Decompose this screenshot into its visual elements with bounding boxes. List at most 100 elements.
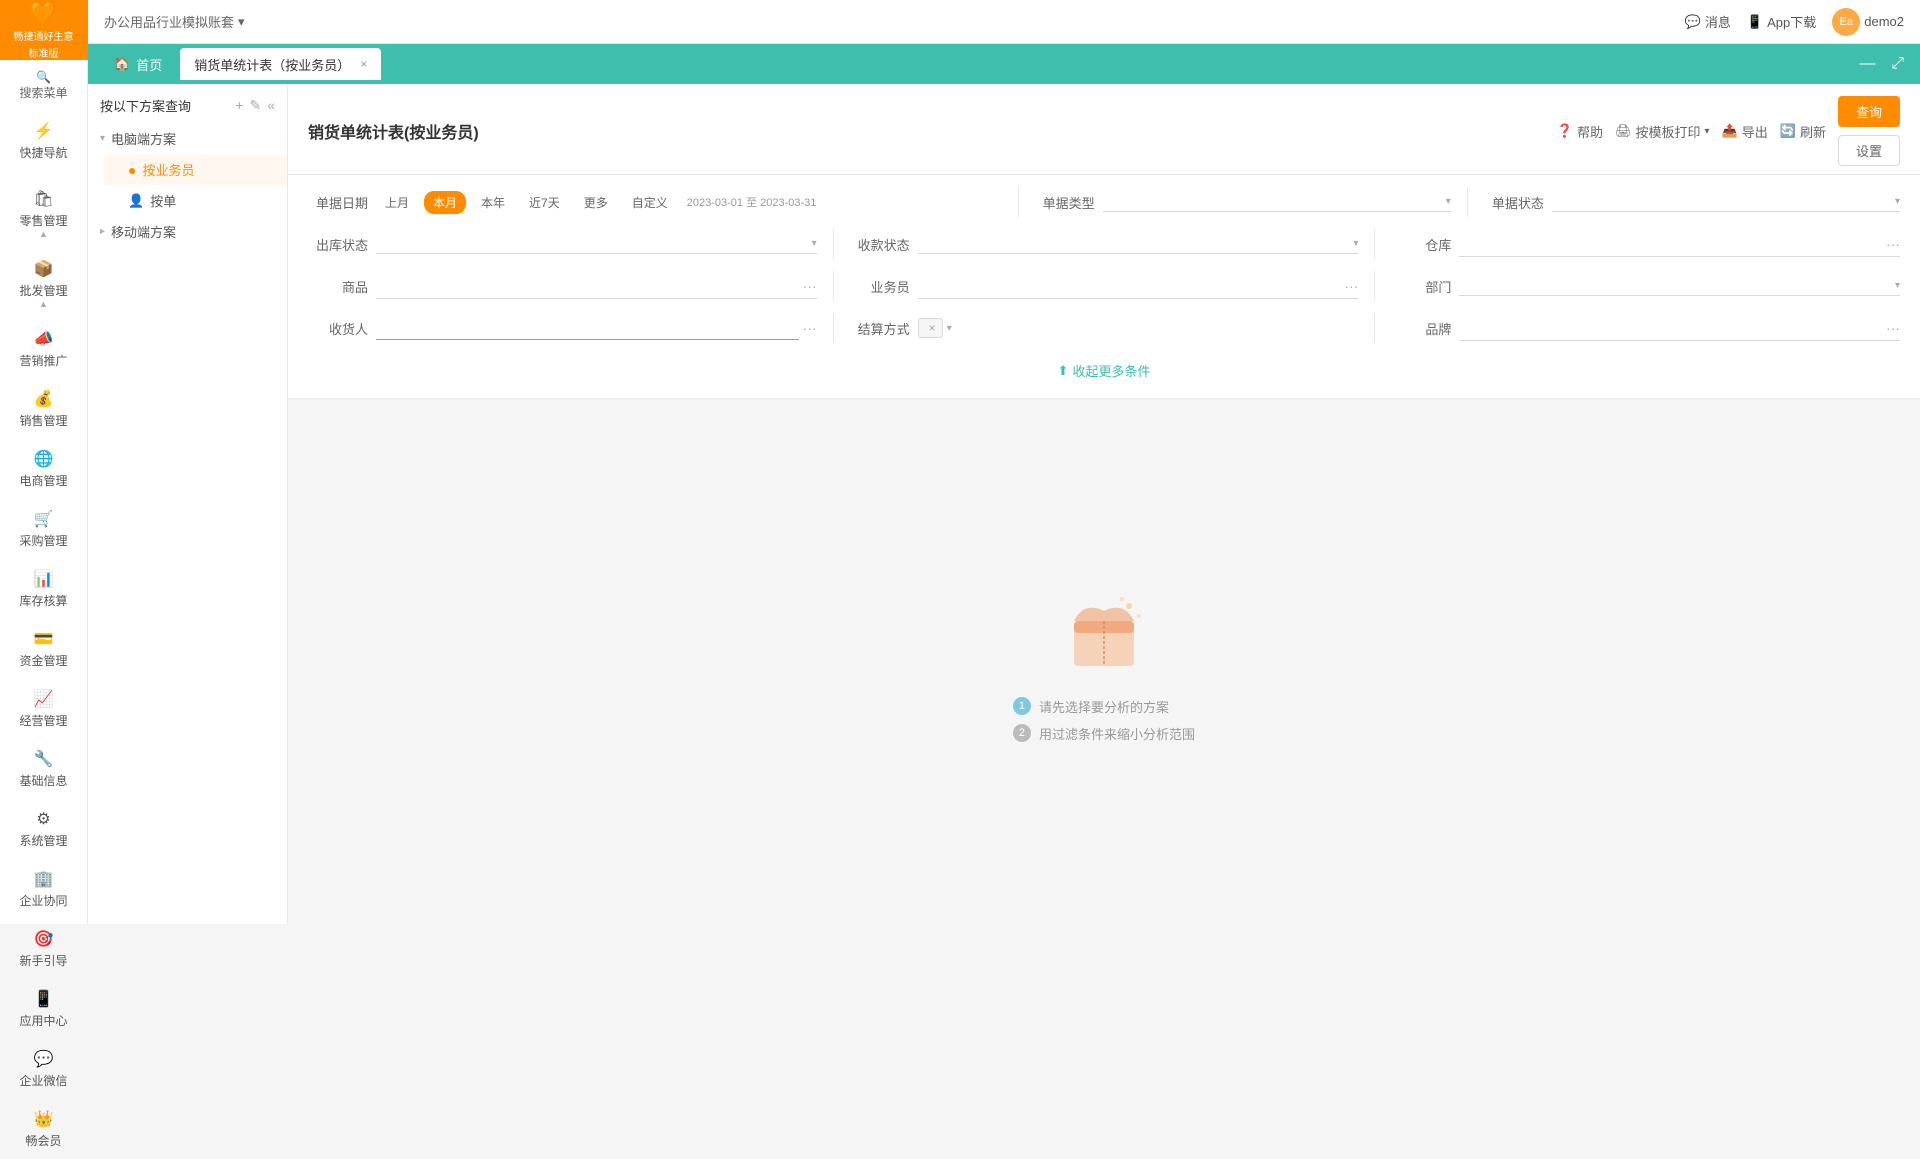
wechat-icon: 💬 [34, 1049, 54, 1069]
date-btn-thisyear[interactable]: 本年 [472, 191, 514, 214]
filter-salesperson: 业务员 ··· [850, 274, 1359, 299]
tab-home[interactable]: 🏠 首页 [100, 48, 176, 80]
topbar-user[interactable]: Ea demo2 [1832, 8, 1904, 36]
tabbar-actions: — ⤢ [1855, 51, 1908, 77]
sidebar-item-marketing[interactable]: 📣 营销推广 [0, 319, 87, 379]
left-panel-icons: + ✎ « [235, 97, 275, 114]
receipt-arrow: ▾ [1353, 238, 1358, 249]
help-btn[interactable]: ❓ 帮助 [1557, 122, 1603, 141]
refresh-btn[interactable]: 🔄 刷新 [1780, 122, 1826, 141]
salesperson-select[interactable]: ··· [918, 274, 1359, 299]
add-scheme-btn[interactable]: + [235, 97, 243, 114]
export-btn[interactable]: 📤 导出 [1722, 122, 1768, 141]
sidebar-item-system[interactable]: ⚙ 系统管理 [0, 799, 87, 859]
setting-btn[interactable]: 设置 [1838, 135, 1900, 166]
sidebar-item-basic[interactable]: 🔧 基础信息 [0, 739, 87, 799]
sidebar-item-appcenter[interactable]: 📱 应用中心 [0, 979, 87, 1039]
filter-divider-3 [833, 229, 834, 259]
tree-label-desktop: 电脑端方案 [111, 129, 176, 148]
topbar-title-dropdown[interactable]: 办公用品行业模拟账套 ▾ [104, 12, 245, 31]
sidebar-item-wholesale[interactable]: 📦 批发管理 ▲ [0, 249, 87, 319]
topbar-app-download[interactable]: 📱 App下载 [1747, 12, 1816, 31]
wholesale-icon: 📦 [34, 259, 54, 279]
date-btn-thismonth[interactable]: 本月 [424, 191, 466, 214]
outstock-arrow: ▾ [812, 238, 817, 249]
outstock-select[interactable]: ▾ [376, 234, 817, 254]
filter-warehouse: 仓库 ··· [1391, 232, 1900, 257]
status-select-arrow: ▾ [1895, 196, 1900, 207]
sidebar-item-enterprise[interactable]: 🏢 企业协同 [0, 859, 87, 919]
filter-row-3: 商品 ··· 业务员 ··· [308, 271, 1900, 301]
sidebar-item-retail[interactable]: 🛍 零售管理 ▲ [0, 179, 87, 249]
filter-goods: 商品 ··· [308, 274, 817, 299]
sidebar-item-finance[interactable]: 💳 资金管理 [0, 619, 87, 679]
topbar-message[interactable]: 💬 消息 [1685, 12, 1731, 31]
collapse-conditions-btn[interactable]: ⬆ 收起更多条件 [308, 355, 1900, 386]
sidebar-item-inventory[interactable]: 📊 库存核算 [0, 559, 87, 619]
date-label: 单据日期 [308, 193, 368, 212]
logo-sub: 标准版 [29, 45, 59, 60]
tree-item-mobile[interactable]: ▸ 移动端方案 [88, 216, 287, 247]
receipt-select[interactable]: ▾ [918, 234, 1359, 254]
empty-tips: 1 请先选择要分析的方案 2 用过滤条件来缩小分析范围 [1013, 697, 1195, 743]
query-btn[interactable]: 查询 [1838, 96, 1900, 127]
main-body: 1 请先选择要分析的方案 2 用过滤条件来缩小分析范围 [288, 399, 1920, 924]
sidebar-item-wechat[interactable]: 💬 企业微信 [0, 1039, 87, 1099]
brand-select[interactable]: ··· [1459, 316, 1900, 341]
tip-num-1: 1 [1013, 697, 1031, 715]
page-actions: ❓ 帮助 🖨 按模板打印 ▾ 📤 导出 🔄 刷新 [1557, 96, 1900, 166]
tab-active-label: 销货单统计表（按业务员） [194, 55, 350, 74]
date-btn-7days[interactable]: 近7天 [520, 191, 569, 214]
sidebar-item-ecommerce[interactable]: 🌐 电商管理 [0, 439, 87, 499]
date-btn-custom[interactable]: 自定义 [623, 191, 677, 214]
filter-divider-5 [833, 271, 834, 301]
payment-tag-close[interactable]: × [929, 321, 936, 335]
sidebar-item-sales[interactable]: 💰 销售管理 [0, 379, 87, 439]
tab-active[interactable]: 销货单统计表（按业务员） × [180, 48, 381, 80]
tree-sub-item-order[interactable]: 👤 按单 [104, 185, 287, 216]
sidebar-item-quicknav[interactable]: ⚡ 快捷导航 [0, 111, 87, 171]
sidebar: 🧡 畅捷通好生意 标准版 🔍 搜索菜单 ⚡ 快捷导航 🛍 零售管理 ▲ 📦 批发… [0, 0, 88, 924]
tree-arrow-desktop: ▾ [100, 133, 105, 144]
warehouse-select[interactable]: ··· [1459, 232, 1900, 257]
sidebar-item-member[interactable]: 👑 畅会员 [0, 1099, 87, 1159]
tab-close-btn[interactable]: × [360, 57, 367, 71]
type-select[interactable]: ▾ [1103, 192, 1451, 212]
tree-sub-item-salesperson[interactable]: ● 按业务员 [104, 154, 287, 185]
sidebar-search[interactable]: 🔍 搜索菜单 [0, 60, 87, 111]
print-btn[interactable]: 🖨 按模板打印 ▾ [1615, 122, 1710, 141]
inventory-icon: 📊 [34, 569, 54, 589]
tip-num-2: 2 [1013, 724, 1031, 742]
filter-date: 单据日期 上月 本月 本年 近7天 更多 自定义 2023-03-01 至 20… [308, 191, 1002, 214]
status-label: 单据状态 [1484, 193, 1544, 212]
filter-row-4: 收货人 ··· 结算方式 × ▾ [308, 313, 1900, 343]
dept-select[interactable]: ▾ [1459, 276, 1900, 296]
edit-scheme-btn[interactable]: ✎ [249, 97, 261, 114]
query-btn-area: 查询 设置 [1838, 96, 1900, 166]
filter-divider-8 [1374, 313, 1375, 343]
operation-icon: 📈 [34, 689, 54, 709]
status-select[interactable]: ▾ [1552, 192, 1900, 212]
filter-status: 单据状态 ▾ [1484, 192, 1900, 212]
main-area: 办公用品行业模拟账套 ▾ 💬 消息 📱 App下载 Ea demo2 🏠 [88, 0, 1920, 924]
tree-item-desktop[interactable]: ▾ 电脑端方案 [88, 123, 287, 154]
sidebar-item-operation[interactable]: 📈 经营管理 [0, 679, 87, 739]
receiver-input[interactable] [376, 316, 799, 340]
sidebar-item-purchase[interactable]: 🛒 采购管理 [0, 499, 87, 559]
finance-icon: 💳 [34, 629, 54, 649]
goods-select[interactable]: ··· [376, 274, 817, 299]
tab-minimize-btn[interactable]: — [1855, 51, 1879, 77]
sidebar-item-newuser[interactable]: 🎯 新手引导 [0, 919, 87, 979]
tab-maximize-btn[interactable]: ⤢ [1887, 51, 1908, 77]
outstock-label: 出库状态 [308, 235, 368, 254]
payment-tag-area: × ▾ [918, 318, 1359, 338]
empty-state: 1 请先选择要分析的方案 2 用过滤条件来缩小分析范围 [1013, 581, 1195, 743]
collapse-panel-btn[interactable]: « [267, 97, 275, 114]
collapse-icon: ⬆ [1058, 363, 1069, 379]
content-area: 按以下方案查询 + ✎ « ▾ 电脑端方案 ● 按业务员 👤 按 [88, 84, 1920, 924]
filter-divider-2 [1467, 187, 1468, 217]
filter-divider-6 [1374, 271, 1375, 301]
payment-tag: × [918, 318, 943, 338]
date-btn-lastmonth[interactable]: 上月 [376, 191, 418, 214]
date-btn-more[interactable]: 更多 [575, 191, 617, 214]
